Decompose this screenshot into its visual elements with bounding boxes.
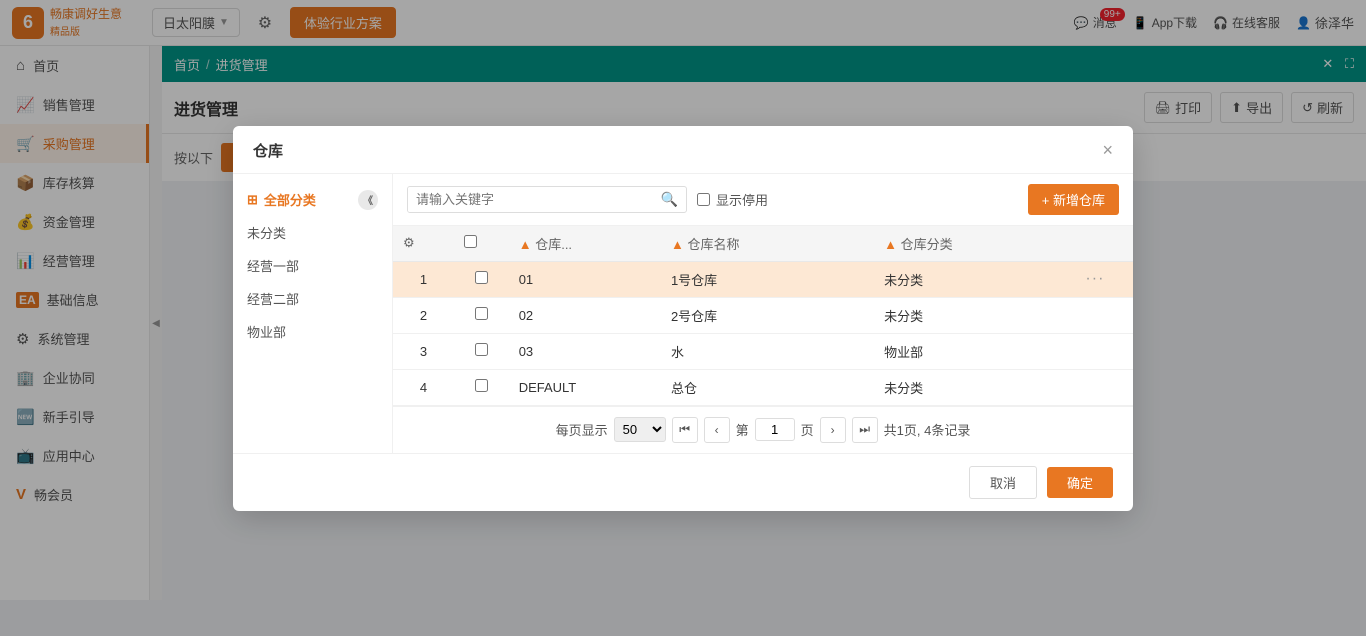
category-item-0[interactable]: 未分类 xyxy=(233,216,392,249)
modal-body: ⊞ 全部分类 《 未分类 经营一部 经营二部 物业部 xyxy=(233,174,1133,453)
row-category-1: 未分类 xyxy=(874,297,1057,333)
settings-icon: ⚙ xyxy=(403,235,415,250)
search-icon[interactable]: 🔍 xyxy=(653,191,686,208)
row-code-3: DEFAULT xyxy=(509,369,661,405)
add-warehouse-button[interactable]: + 新增仓库 xyxy=(1028,184,1119,215)
warehouse-table: ⚙ ▲ 仓库... ▲ xyxy=(393,226,1133,406)
row-no-1: 2 xyxy=(393,297,454,333)
col-header-actions xyxy=(1057,226,1133,262)
category-item-3[interactable]: 物业部 xyxy=(233,315,392,348)
row-checkbox-0[interactable] xyxy=(475,271,488,284)
show-disabled-checkbox[interactable] xyxy=(697,193,710,206)
category-item-1[interactable]: 经营一部 xyxy=(233,249,392,282)
last-page-button[interactable]: ⏭ xyxy=(852,417,878,443)
col-header-name: ▲ 仓库名称 xyxy=(661,226,874,262)
row-actions-0[interactable]: ··· xyxy=(1085,270,1104,287)
next-page-button[interactable]: › xyxy=(820,417,846,443)
pagination-bar: 每页显示 50 10 20 100 ⏮ ‹ 第 页 › ⏭ 共1页, 4条记录 xyxy=(393,406,1133,453)
sort-name-icon: ▲ xyxy=(671,237,684,252)
col-header-setting: ⚙ xyxy=(393,226,454,262)
prev-page-button[interactable]: ‹ xyxy=(704,417,730,443)
modal-footer: 取消 确定 xyxy=(233,453,1133,511)
first-page-button[interactable]: ⏮ xyxy=(672,417,698,443)
category-panel: ⊞ 全部分类 《 未分类 经营一部 经营二部 物业部 xyxy=(233,174,393,453)
row-checkbox-2[interactable] xyxy=(475,343,488,356)
page-number-input[interactable] xyxy=(755,418,795,441)
row-code-2: 03 xyxy=(509,333,661,369)
search-input[interactable] xyxy=(408,187,653,212)
confirm-button[interactable]: 确定 xyxy=(1047,467,1113,498)
table-scroll-area: ⚙ ▲ 仓库... ▲ xyxy=(393,226,1133,406)
row-checkbox-1[interactable] xyxy=(475,307,488,320)
col-header-code: ▲ 仓库... xyxy=(509,226,661,262)
row-category-2: 物业部 xyxy=(874,333,1057,369)
modal-title: 仓库 xyxy=(253,140,283,161)
modal-close-button[interactable]: × xyxy=(1102,141,1113,159)
table-toolbar: 🔍 显示停用 + 新增仓库 xyxy=(393,174,1133,226)
all-categories-button[interactable]: ⊞ 全部分类 《 xyxy=(233,184,392,216)
row-name-0: 1号仓库 xyxy=(661,261,874,297)
table-row[interactable]: 4 DEFAULT 总仓 未分类 xyxy=(393,369,1133,405)
modal-header: 仓库 × xyxy=(233,126,1133,174)
table-row[interactable]: 2 02 2号仓库 未分类 xyxy=(393,297,1133,333)
row-name-3: 总仓 xyxy=(661,369,874,405)
row-no-2: 3 xyxy=(393,333,454,369)
row-name-1: 2号仓库 xyxy=(661,297,874,333)
row-name-2: 水 xyxy=(661,333,874,369)
cancel-button[interactable]: 取消 xyxy=(969,466,1037,499)
sort-icon: ▲ xyxy=(519,237,532,252)
row-checkbox-3[interactable] xyxy=(475,379,488,392)
pagination-total: 共1页, 4条记录 xyxy=(884,420,971,439)
row-category-3: 未分类 xyxy=(874,369,1057,405)
table-row[interactable]: 1 01 1号仓库 未分类 ··· xyxy=(393,261,1133,297)
row-category-0: 未分类 xyxy=(874,261,1057,297)
row-code-0: 01 xyxy=(509,261,661,297)
table-header: ⚙ ▲ 仓库... ▲ xyxy=(393,226,1133,262)
grid-icon: ⊞ xyxy=(247,192,258,208)
modal-overlay: 仓库 × ⊞ 全部分类 《 未分类 经营一部 经营二部 xyxy=(0,0,1366,636)
table-panel: 🔍 显示停用 + 新增仓库 ⚙ xyxy=(393,174,1133,453)
select-all-checkbox[interactable] xyxy=(464,235,477,248)
warehouse-modal: 仓库 × ⊞ 全部分类 《 未分类 经营一部 经营二部 xyxy=(233,126,1133,511)
search-box: 🔍 xyxy=(407,186,687,213)
row-no: 1 xyxy=(393,261,454,297)
table-body: 1 01 1号仓库 未分类 ··· xyxy=(393,261,1133,405)
table-row[interactable]: 3 03 水 物业部 xyxy=(393,333,1133,369)
col-header-category: ▲ 仓库分类 xyxy=(874,226,1057,262)
sort-category-icon: ▲ xyxy=(884,237,897,252)
per-page-select[interactable]: 50 10 20 100 xyxy=(614,417,666,442)
category-item-2[interactable]: 经营二部 xyxy=(233,282,392,315)
category-collapse-button[interactable]: 《 xyxy=(358,190,378,210)
row-no-3: 4 xyxy=(393,369,454,405)
row-code-1: 02 xyxy=(509,297,661,333)
show-disabled-label[interactable]: 显示停用 xyxy=(697,190,768,209)
col-header-check xyxy=(454,226,509,262)
